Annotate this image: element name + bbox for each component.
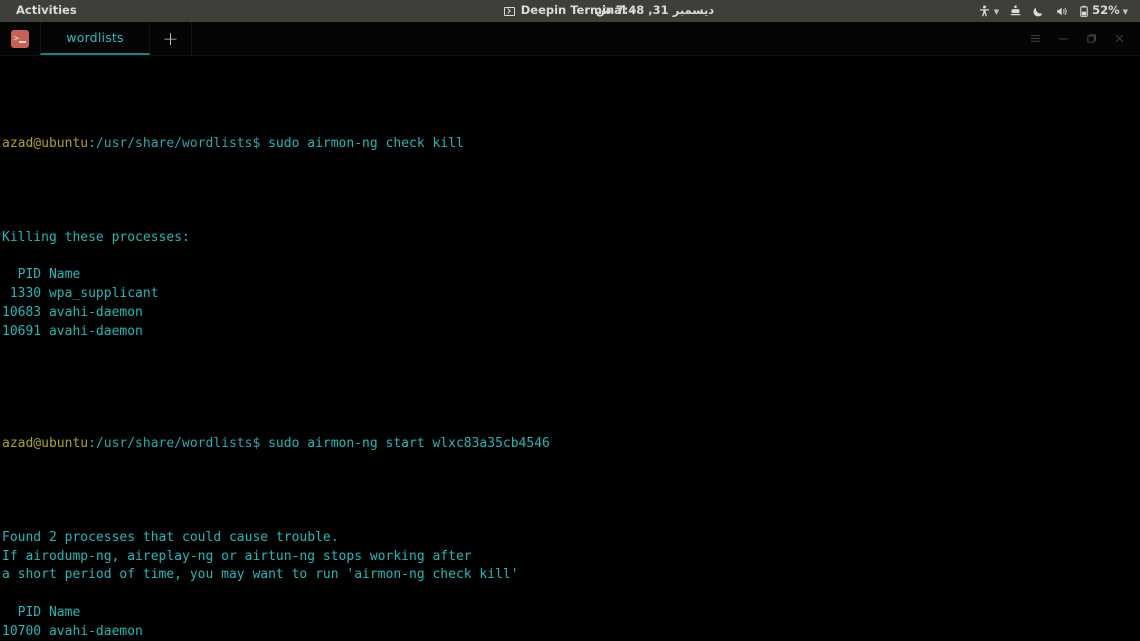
app-icon-wrap [0, 22, 40, 55]
night-light-indicator[interactable] [1028, 3, 1049, 20]
hamburger-menu-icon [1030, 35, 1040, 42]
minimize-icon [1058, 38, 1068, 40]
tab-bar: wordlists + [0, 22, 1140, 56]
close-button[interactable] [1106, 24, 1132, 54]
prompt-user-host: azad@ubuntu [2, 136, 89, 151]
prompt-user-host: azad@ubuntu [2, 436, 89, 451]
printer-icon [1010, 4, 1021, 15]
accessibility-icon [979, 4, 989, 16]
window-controls [1022, 22, 1140, 55]
terminal-icon [503, 6, 515, 16]
command-text: sudo airmon-ng start wlxc83a35cb4546 [260, 436, 550, 451]
clock-label: ديسمبر 31, 7:48 ش [595, 3, 715, 18]
terminal-screen[interactable]: azad@ubuntu:/usr/share/wordlists$ sudo a… [0, 56, 1140, 641]
terminal-line: 1330 wpa_supplicant [2, 286, 159, 301]
terminal-line: 10691 avahi-daemon [2, 323, 143, 339]
activities-label: Activities [16, 3, 77, 18]
volume-icon [1057, 7, 1067, 15]
output-block-2: Found 2 processes that could cause troub… [2, 510, 1140, 641]
hamburger-menu-button[interactable] [1022, 24, 1048, 54]
moon-icon [1033, 7, 1043, 16]
terminal-line: PID Name [2, 267, 81, 283]
tab-wordlists[interactable]: wordlists [40, 22, 150, 55]
minimize-button[interactable] [1050, 24, 1076, 54]
close-icon [1115, 34, 1123, 43]
terminal-line: 10700 avahi-daemon [2, 623, 143, 639]
terminal-line: a short period of time, you may want to … [2, 567, 519, 583]
plus-icon: + [162, 27, 179, 50]
prompt-line-1: azad@ubuntu:/usr/share/wordlists$ sudo a… [2, 135, 1140, 154]
terminal-line: PID Name [2, 604, 81, 620]
battery-indicator[interactable]: 52% ▼ [1075, 3, 1132, 20]
output-block-1: Killing these processes: PID Name 1330 w… [2, 210, 1140, 360]
top-bar-status-area: ▼ 52% ▼ [974, 3, 1140, 20]
prompt-line-2: azad@ubuntu:/usr/share/wordlists$ sudo a… [2, 435, 1140, 454]
top-bar-center: Deepin Terminal ▼ [0, 3, 1140, 19]
printer-indicator[interactable] [1005, 3, 1026, 20]
command-text: sudo airmon-ng check kill [260, 136, 464, 151]
maximize-button[interactable] [1078, 24, 1104, 54]
terminal-line: 10683 avahi-daemon [2, 304, 143, 320]
activities-button[interactable]: Activities [8, 3, 85, 19]
terminal-line: If airodump-ng, aireplay-ng or airtun-ng… [2, 548, 472, 564]
prompt-path: :/usr/share/wordlists$ [88, 136, 261, 151]
battery-icon [1080, 5, 1088, 17]
terminal-line: Killing these processes: [2, 229, 190, 245]
accessibility-menu[interactable]: ▼ [974, 3, 1003, 20]
volume-indicator[interactable] [1051, 3, 1073, 20]
gnome-top-bar: Activities Deepin Terminal ▼ ديسمبر 31, … [0, 0, 1140, 22]
prompt-path: :/usr/share/wordlists$ [88, 436, 261, 451]
tab-label: wordlists [66, 30, 124, 45]
chevron-down-icon: ▼ [993, 7, 1000, 16]
maximize-icon [1086, 34, 1096, 43]
chevron-down-icon: ▼ [1122, 7, 1128, 16]
terminal-line: Found 2 processes that could cause troub… [2, 529, 339, 545]
new-tab-button[interactable]: + [150, 22, 192, 55]
terminal-window: wordlists + [0, 22, 1140, 641]
battery-percent-label: 52% [1092, 3, 1120, 18]
top-bar-left: Activities [0, 3, 85, 19]
clock-button[interactable]: ديسمبر 31, 7:48 ش [588, 3, 722, 19]
terminal-app-icon [11, 29, 29, 48]
